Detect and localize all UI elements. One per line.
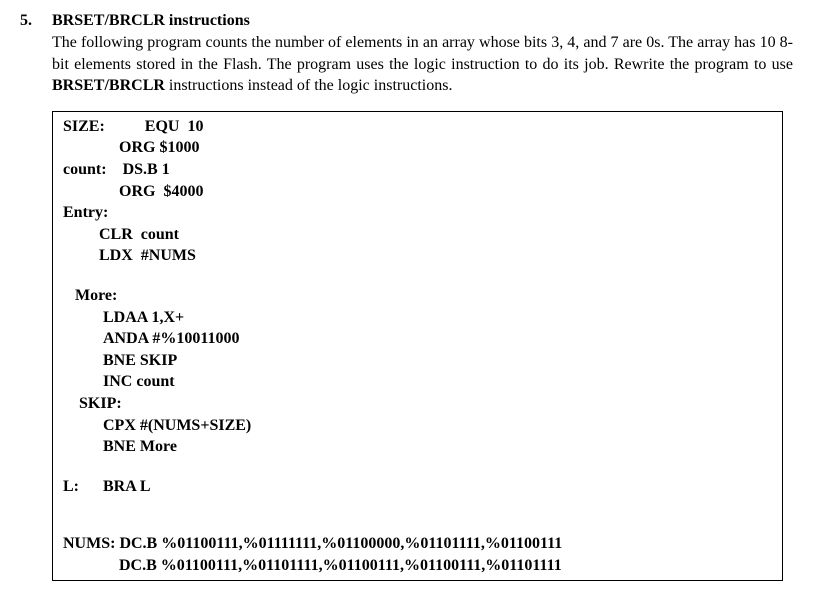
code-line-13: SKIP: [63, 393, 772, 415]
label-entry: Entry: [63, 204, 108, 221]
instr-bne-more: BNE More [103, 438, 177, 455]
code-line-17: NUMS: DC.B %01100111,%01111111,%01100000… [63, 533, 772, 555]
question-body-text-2: instructions instead of the logic instru… [165, 77, 453, 94]
label-nums: NUMS: [63, 535, 115, 552]
code-line-9: LDAA 1,X+ [63, 307, 772, 329]
code-line-4: ORG $4000 [63, 181, 772, 203]
code-line-7: LDX #NUMS [63, 245, 772, 267]
question-body: The following program counts the number … [52, 32, 793, 97]
label-more: More: [75, 287, 117, 304]
instr-clr: CLR count [99, 226, 179, 243]
instr-dcb1: DC.B %01100111,%01111111,%01100000,%0110… [119, 535, 562, 552]
question-body-text-1: The following program counts the number … [52, 34, 793, 73]
code-line-6: CLR count [63, 224, 772, 246]
instr-dsb: DS.B 1 [123, 161, 170, 178]
code-line-15: BNE More [63, 436, 772, 458]
instr-ldaa: LDAA 1,X+ [103, 309, 184, 326]
code-line-16: L: BRA L [63, 476, 772, 498]
blank-line-2 [63, 458, 772, 476]
instr-cpx: CPX #(NUMS+SIZE) [103, 417, 251, 434]
instr-inc: INC count [103, 373, 175, 390]
label-count: count: [63, 161, 107, 178]
code-line-1: SIZE: EQU 10 [63, 116, 772, 138]
code-line-18: DC.B %01100111,%01101111,%01100111,%0110… [63, 555, 772, 577]
code-box: SIZE: EQU 10 ORG $1000 count: DS.B 1 ORG… [52, 111, 783, 582]
question-title: BRSET/BRCLR instructions [52, 12, 250, 30]
label-l: L: [63, 478, 79, 495]
instr-dcb2: DC.B %01100111,%01101111,%01100111,%0110… [119, 557, 562, 574]
code-line-3: count: DS.B 1 [63, 159, 772, 181]
instr-equ: EQU 10 [145, 118, 204, 135]
blank-line-4 [63, 515, 772, 533]
code-line-12: INC count [63, 371, 772, 393]
code-line-5: Entry: [63, 202, 772, 224]
code-line-11: BNE SKIP [63, 350, 772, 372]
code-line-2: ORG $1000 [63, 137, 772, 159]
instr-bne-skip: BNE SKIP [103, 352, 177, 369]
code-line-14: CPX #(NUMS+SIZE) [63, 415, 772, 437]
instr-bra: BRA L [103, 478, 151, 495]
question-number: 5. [20, 12, 38, 30]
label-size: SIZE: [63, 118, 105, 135]
question-body-bold: BRSET/BRCLR [52, 77, 165, 94]
code-line-10: ANDA #%10011000 [63, 328, 772, 350]
code-line-8: More: [63, 285, 772, 307]
blank-line-3 [63, 497, 772, 515]
label-skip: SKIP: [79, 395, 122, 412]
instr-ldx: LDX #NUMS [99, 247, 196, 264]
instr-org1: ORG $1000 [119, 139, 199, 156]
instr-org2: ORG $4000 [119, 183, 203, 200]
instr-anda: ANDA #%10011000 [103, 330, 239, 347]
question-header: 5. BRSET/BRCLR instructions [20, 12, 793, 30]
blank-line-1 [63, 267, 772, 285]
